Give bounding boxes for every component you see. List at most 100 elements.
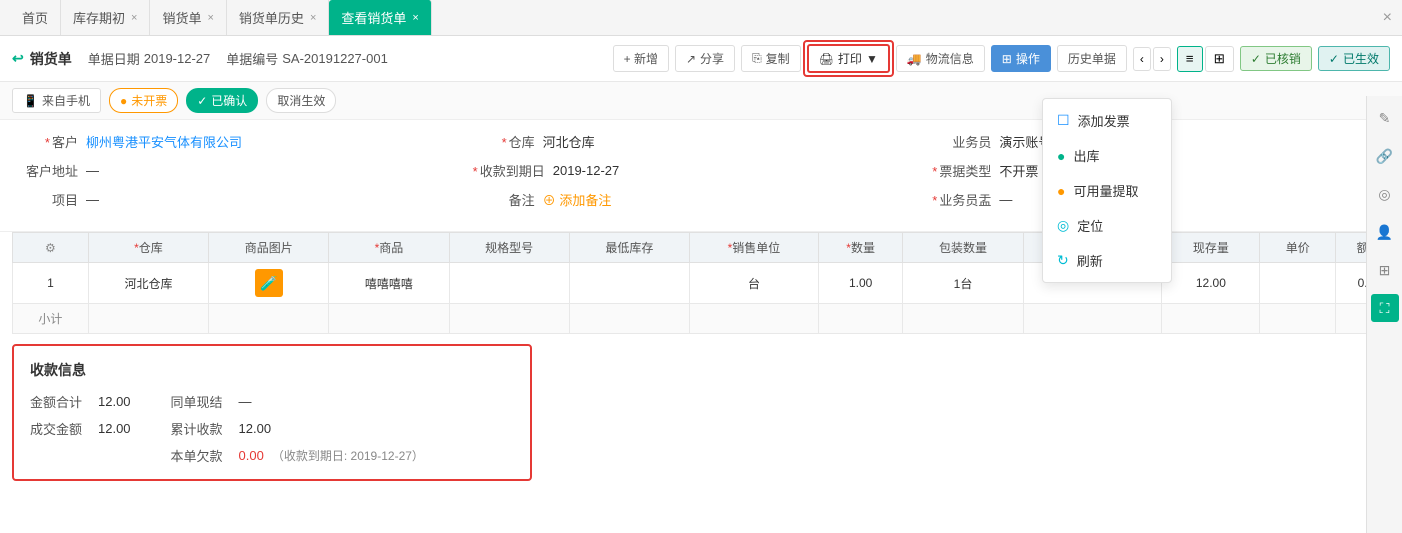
note-field: 备注 ⊕ 添加备注: [473, 190, 930, 209]
confirm-button[interactable]: ✓ 已确认: [186, 88, 258, 113]
tab-sales-order[interactable]: 销货单 ×: [150, 0, 226, 35]
table-scroll[interactable]: ⚙ *仓库 商品图片 *商品 规格型号 最低库存 *销售单位 *数量 包装数量 …: [12, 232, 1390, 334]
toolbar-actions: + 新增 ↗ 分享 ⎘ 复制 🖨 打印 ▼ 🚚 物流信息: [613, 44, 1390, 73]
doc-title: ↩ 销货单: [12, 49, 72, 69]
grid-icon[interactable]: ⊞: [1371, 256, 1399, 284]
project-value: —: [86, 192, 473, 207]
link-icon[interactable]: 🔗: [1371, 142, 1399, 170]
cancelled-badge[interactable]: ✓ 已核销: [1240, 46, 1312, 71]
col-pack-qty: 包装数量: [903, 233, 1023, 263]
grid-view-button[interactable]: ⊞: [1205, 46, 1234, 72]
edit-icon[interactable]: ✎: [1371, 104, 1399, 132]
check-circle-icon: ✓: [197, 94, 207, 108]
circle-icon[interactable]: ◎: [1371, 180, 1399, 208]
form-row-1: 客户 柳州粤港平安气体有限公司 仓库 河北仓库 业务员 演示账号: [16, 132, 1386, 151]
doc-number-value: SA-20191227-001: [282, 51, 388, 66]
right-panel: ✎ 🔗 ◎ 👤 ⊞ ⛶: [1366, 96, 1402, 533]
col-unit-price: 单价: [1260, 233, 1336, 263]
warehouse-label: 仓库: [473, 132, 543, 151]
phone-button[interactable]: 📱 来自手机: [12, 88, 101, 113]
operations-button[interactable]: ⊞ 操作: [991, 45, 1051, 72]
address-value: —: [86, 163, 473, 178]
check-icon2: ✓: [1329, 52, 1339, 66]
tab-view-sales[interactable]: 查看销货单 ×: [329, 0, 431, 35]
user-icon[interactable]: 👤: [1371, 218, 1399, 246]
close-view-sales[interactable]: ×: [412, 12, 418, 24]
logistics-button[interactable]: 🚚 物流信息: [896, 45, 985, 72]
table-section: ⚙ *仓库 商品图片 *商品 规格型号 最低库存 *销售单位 *数量 包装数量 …: [0, 232, 1402, 334]
same-order-label: 同单现结: [171, 392, 231, 411]
total-amount-value: 12.00: [98, 394, 131, 409]
sub-toolbar: 📱 来自手机 ● 未开票 ✓ 已确认 取消生效: [0, 82, 1402, 120]
payment-date-value: 2019-12-27: [553, 163, 930, 178]
close-inventory-init[interactable]: ×: [131, 12, 137, 24]
print-icon: 🖨: [819, 52, 834, 66]
salesperson2-label: 业务员盂: [929, 190, 999, 209]
refresh-label: 刷新: [1077, 251, 1103, 270]
same-order-row: 同单现结 —: [171, 392, 424, 411]
nav-arrows: ‹ ›: [1133, 47, 1171, 71]
ops-icon: ⊞: [1002, 52, 1012, 66]
tab-sales-history[interactable]: 销货单历史 ×: [227, 0, 329, 35]
salesperson-label: 业务员: [929, 132, 999, 151]
logistics-icon: 🚚: [907, 52, 922, 66]
table-row: 1 河北仓库 🧪 嘻嘻嘻嘻 台 1.00 1台 12.00 0.: [13, 263, 1390, 304]
tab-inventory-init[interactable]: 库存期初 ×: [61, 0, 150, 35]
address-field: 客户地址 —: [16, 161, 473, 180]
add-note-button[interactable]: ⊕ 添加备注: [543, 190, 930, 209]
payment-date-label: 收款到期日: [473, 161, 553, 180]
col-product: *商品: [329, 233, 449, 263]
row-warehouse: 河北仓库: [88, 263, 208, 304]
table-header-row: ⚙ *仓库 商品图片 *商品 规格型号 最低库存 *销售单位 *数量 包装数量 …: [13, 233, 1390, 263]
settings-icon[interactable]: ⚙: [45, 241, 56, 255]
locate-label: 定位: [1077, 216, 1103, 235]
close-sales-order[interactable]: ×: [207, 12, 213, 24]
dropdown-item-refresh[interactable]: ↻刷新: [1043, 243, 1171, 278]
col-settings[interactable]: ⚙: [13, 233, 89, 263]
summary-rows: 金额合计 12.00 成交金额 12.00 同单现结 — 累计收款 12.00: [30, 392, 514, 465]
share-button[interactable]: ↗ 分享: [675, 45, 735, 72]
dropdown-item-ship-out[interactable]: ●出库: [1043, 138, 1171, 173]
summary-title: 收款信息: [30, 360, 514, 380]
row-seq: 1: [13, 263, 89, 304]
product-image: 🧪: [255, 269, 283, 297]
note-label: 备注: [473, 190, 543, 209]
deal-amount-label: 成交金额: [30, 419, 90, 438]
subtotal-row: 小计: [13, 304, 1390, 334]
view-toggle: ≡ ⊞: [1177, 46, 1234, 72]
cancel-button[interactable]: 取消生效: [266, 88, 336, 113]
col-stock: 现存量: [1162, 233, 1260, 263]
doc-date-label: 单据日期 2019-12-27: [88, 49, 211, 68]
customer-label: 客户: [16, 132, 86, 151]
expand-icon[interactable]: ⛶: [1371, 294, 1399, 322]
customer-value[interactable]: 柳州粤港平安气体有限公司: [86, 132, 473, 151]
close-sales-history[interactable]: ×: [310, 12, 316, 24]
total-amount-row: 金额合计 12.00: [30, 392, 131, 411]
dropdown-item-add-invoice[interactable]: ☐添加发票: [1043, 103, 1171, 138]
new-button[interactable]: + 新增: [613, 45, 669, 72]
not-open-button[interactable]: ● 未开票: [109, 88, 178, 113]
list-view-button[interactable]: ≡: [1177, 46, 1203, 72]
owed-amount-note: （收款到期日: 2019-12-27）: [272, 447, 424, 464]
row-spec: [449, 263, 569, 304]
dropdown-item-locate[interactable]: ◎定位: [1043, 208, 1171, 243]
next-button[interactable]: ›: [1153, 47, 1171, 71]
doc-icon: ↩: [12, 50, 24, 67]
doc-info: ↩ 销货单 单据日期 2019-12-27 单据编号 SA-20191227-0…: [12, 49, 613, 69]
summary-section: 收款信息 金额合计 12.00 成交金额 12.00 同单现结 — 累计收款: [12, 344, 532, 481]
col-unit: *销售单位: [690, 233, 819, 263]
copy-button[interactable]: ⎘ 复制: [741, 45, 801, 72]
check-icon: ✓: [1251, 52, 1261, 66]
effective-badge[interactable]: ✓ 已生效: [1318, 46, 1390, 71]
deal-amount-row: 成交金额 12.00: [30, 419, 131, 438]
prev-button[interactable]: ‹: [1133, 47, 1151, 71]
available-extract-label: 可用量提取: [1073, 181, 1138, 200]
history-button[interactable]: 历史单据: [1057, 45, 1127, 72]
tab-home[interactable]: 首页: [10, 0, 61, 35]
total-receipt-label: 累计收款: [171, 419, 231, 438]
print-button[interactable]: 🖨 打印 ▼: [807, 44, 890, 73]
row-quantity: 1.00: [818, 263, 902, 304]
window-close-button[interactable]: ×: [1383, 9, 1392, 27]
dropdown-item-available-extract[interactable]: ●可用量提取: [1043, 173, 1171, 208]
row-pack-qty: 1台: [903, 263, 1023, 304]
